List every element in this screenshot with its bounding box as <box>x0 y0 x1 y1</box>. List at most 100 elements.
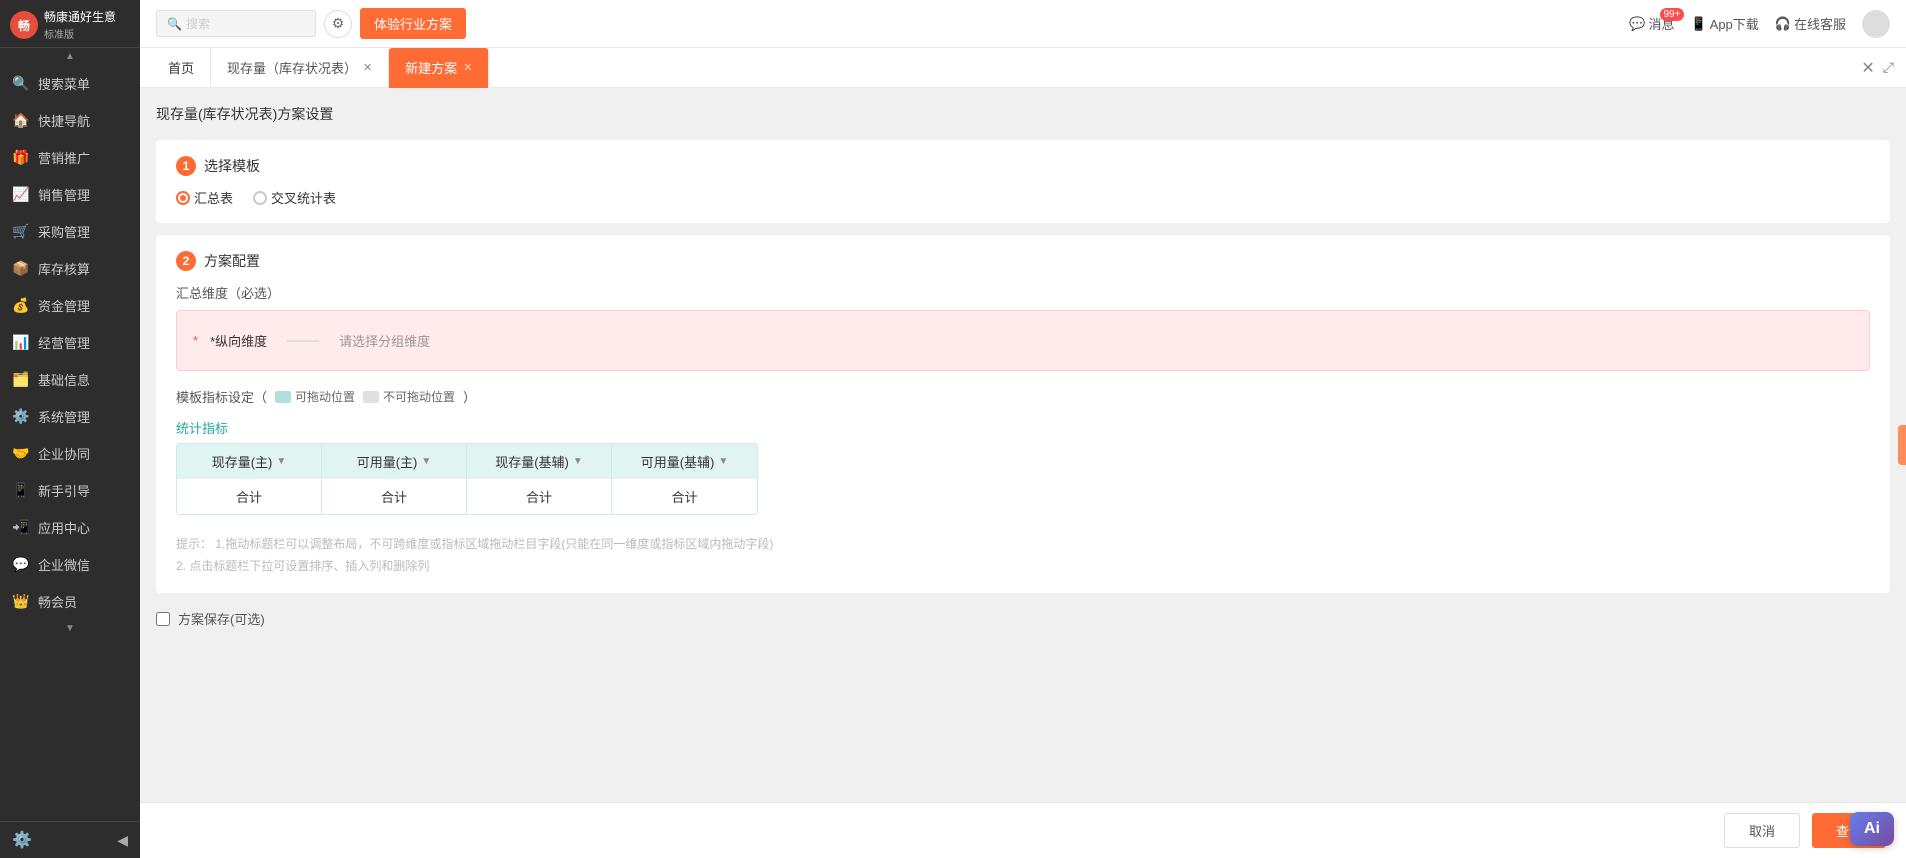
sidebar-item-wechat[interactable]: 💬 企业微信 <box>0 546 140 583</box>
sidebar-item-label: 基础信息 <box>38 370 90 389</box>
ai-badge[interactable]: Ai <box>1850 812 1894 846</box>
finance-icon: 💰 <box>12 297 30 314</box>
sidebar-item-basic[interactable]: 🗂️ 基础信息 <box>0 361 140 398</box>
sidebar-item-label: 销售管理 <box>38 185 90 204</box>
close-panel-icon[interactable]: ✕ <box>1861 58 1874 78</box>
cancel-button[interactable]: 取消 <box>1724 813 1800 848</box>
sidebar-item-shortcut[interactable]: 🏠 快捷导航 <box>0 102 140 139</box>
sidebar-item-label: 企业微信 <box>38 555 90 574</box>
member-icon: 👑 <box>12 593 30 610</box>
sidebar-item-label: 搜索菜单 <box>38 74 90 93</box>
app-download-btn[interactable]: 📱 App下载 <box>1690 14 1758 33</box>
tab-inventory-status[interactable]: 现存量（库存状况表） ✕ <box>211 48 389 88</box>
stats-col-4-header[interactable]: 可用量(基辅) ▼ <box>612 444 757 479</box>
sidebar-item-label: 新手引导 <box>38 481 90 500</box>
sidebar-item-label: 应用中心 <box>38 518 90 537</box>
dim-placeholder[interactable]: 请选择分组维度 <box>339 331 430 350</box>
sidebar-item-label: 企业协同 <box>38 444 90 463</box>
main-area: 🔍 搜索 ⚙ 体验行业方案 💬 消息 99+ 📱 App下载 🎧 在线客服 <box>140 0 1906 858</box>
company-icon: 🤝 <box>12 445 30 462</box>
radio-crosstab[interactable]: 交叉统计表 <box>253 188 336 207</box>
tab-close-inventory[interactable]: ✕ <box>363 61 372 74</box>
message-icon: 💬 <box>1629 16 1645 32</box>
tab-label: 首页 <box>168 58 194 77</box>
sidebar-item-label: 营销推广 <box>38 148 90 167</box>
sidebar-item-label: 采购管理 <box>38 222 90 241</box>
sidebar-item-operations[interactable]: 📊 经营管理 <box>0 324 140 361</box>
tip-2: 2. 点击标题栏下拉可设置排序、插入列和删除列 <box>176 556 1870 578</box>
guide-icon: 📱 <box>12 482 30 499</box>
expand-icon[interactable]: ⤢ <box>1883 59 1894 76</box>
sidebar-scroll-down[interactable]: ▼ <box>0 620 140 637</box>
sidebar-item-newguide[interactable]: 📱 新手引导 <box>0 472 140 509</box>
dim-vertical-label: *纵向维度 <box>210 331 267 350</box>
sidebar-item-search[interactable]: 🔍 搜索菜单 <box>0 65 140 102</box>
sidebar-item-system[interactable]: ⚙️ 系统管理 <box>0 398 140 435</box>
stats-col-4-label: 可用量(基辅) <box>641 452 715 471</box>
section1-num: 1 <box>176 156 196 176</box>
sidebar-item-member[interactable]: 👑 畅会员 <box>0 583 140 620</box>
section-config: 2 方案配置 汇总维度（必选） * *纵向维度 —— 请选择分组维度 模板指标设… <box>156 235 1890 593</box>
nodrag-legend-box <box>363 391 379 403</box>
sidebar-item-marketing[interactable]: 🎁 营销推广 <box>0 139 140 176</box>
stats-table: 现存量(主) ▼ 可用量(主) ▼ 现存量(基辅) ▼ 可用量(基辅) <box>176 443 758 515</box>
mobile-icon: 📱 <box>1690 16 1706 32</box>
stats-cell-1-val: 合计 <box>236 487 262 506</box>
sidebar-item-label: 经营管理 <box>38 333 90 352</box>
sidebar-item-inventory[interactable]: 📦 库存核算 <box>0 250 140 287</box>
chevron-down-icon-4[interactable]: ▼ <box>718 456 728 467</box>
stats-col-1-header[interactable]: 现存量(主) ▼ <box>177 444 322 479</box>
sidebar-item-label: 库存核算 <box>38 259 90 278</box>
resize-handle[interactable] <box>1898 425 1906 465</box>
sidebar: 畅 畅康通好生意 标准版 ▲ 🔍 搜索菜单 🏠 快捷导航 🎁 营销推广 📈 销售… <box>0 0 140 858</box>
stats-cell-2: 合计 <box>322 479 467 514</box>
app-name: 畅康通好生意 <box>44 10 116 26</box>
app-logo: 畅 畅康通好生意 标准版 <box>0 0 140 48</box>
online-service-btn[interactable]: 🎧 在线客服 <box>1775 14 1846 33</box>
tab-home[interactable]: 首页 <box>152 48 211 88</box>
system-icon: ⚙️ <box>12 408 30 425</box>
sidebar-item-sales[interactable]: 📈 销售管理 <box>0 176 140 213</box>
user-avatar[interactable] <box>1862 10 1890 38</box>
save-scheme-checkbox[interactable] <box>156 612 170 626</box>
dimension-title: 汇总维度（必选） <box>176 283 1870 302</box>
chevron-down-icon-1[interactable]: ▼ <box>276 456 286 467</box>
logo-icon: 畅 <box>10 11 38 39</box>
sidebar-item-purchase[interactable]: 🛒 采购管理 <box>0 213 140 250</box>
messages-btn[interactable]: 💬 消息 99+ <box>1629 14 1674 33</box>
stats-col-1-label: 现存量(主) <box>212 452 273 471</box>
indicator-settings: 模板指标设定（ 可拖动位置 不可拖动位置 ） <box>176 387 1870 406</box>
chevron-down-icon-2[interactable]: ▼ <box>421 456 431 467</box>
tab-close-new-scheme[interactable]: ✕ <box>463 61 472 74</box>
sidebar-settings-icon[interactable]: ⚙️ <box>12 830 32 850</box>
section-template: 1 选择模板 汇总表 交叉统计表 <box>156 140 1890 223</box>
legend-nodrag: 不可拖动位置 <box>363 388 455 405</box>
dim-required-star: * <box>193 333 198 348</box>
dimension-box: * *纵向维度 —— 请选择分组维度 <box>176 310 1870 371</box>
sidebar-item-label: 系统管理 <box>38 407 90 426</box>
section2-num: 2 <box>176 251 196 271</box>
section1-label: 选择模板 <box>204 156 260 176</box>
sidebar-item-finance[interactable]: 💰 资金管理 <box>0 287 140 324</box>
radio-crosstab-label: 交叉统计表 <box>271 188 336 207</box>
sidebar-item-label: 资金管理 <box>38 296 90 315</box>
trial-btn[interactable]: 体验行业方案 <box>360 8 466 39</box>
stats-col-2-header[interactable]: 可用量(主) ▼ <box>322 444 467 479</box>
basic-icon: 🗂️ <box>12 371 30 388</box>
sidebar-item-company[interactable]: 🤝 企业协同 <box>0 435 140 472</box>
inventory-icon: 📦 <box>12 260 30 277</box>
legend-drag-label: 可拖动位置 <box>295 388 355 405</box>
search-box[interactable]: 🔍 搜索 <box>156 10 316 37</box>
sidebar-item-appstore[interactable]: 📲 应用中心 <box>0 509 140 546</box>
sidebar-scroll-up[interactable]: ▲ <box>0 48 140 65</box>
tab-new-scheme[interactable]: 新建方案 ✕ <box>389 48 489 88</box>
legend-nodrag-label: 不可拖动位置 <box>383 388 455 405</box>
search-icon: 🔍 <box>12 75 30 92</box>
sidebar-collapse-icon[interactable]: ◀ <box>117 832 128 849</box>
chevron-down-icon-3[interactable]: ▼ <box>573 456 583 467</box>
radio-summary[interactable]: 汇总表 <box>176 188 233 207</box>
stats-col-3-header[interactable]: 现存量(基辅) ▼ <box>467 444 612 479</box>
legend-drag: 可拖动位置 <box>275 388 355 405</box>
topbar-settings-btn[interactable]: ⚙ <box>324 10 352 38</box>
tip-1: 提示： 1.拖动标题栏可以调整布局，不可跨维度或指标区域拖动栏目字段(只能在同一… <box>176 534 1870 556</box>
